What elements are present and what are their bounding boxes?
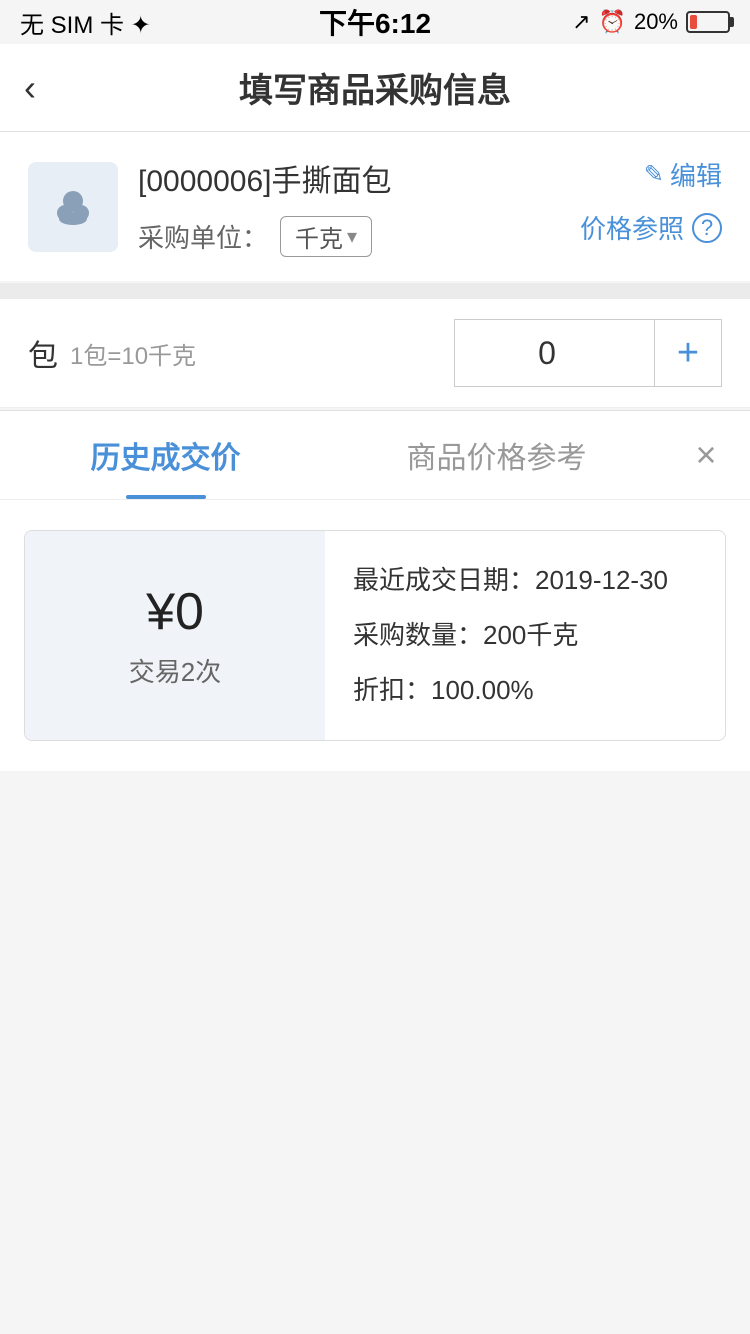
tab-product-price-ref[interactable]: 商品价格参考: [331, 411, 662, 499]
product-logo-icon: [45, 179, 101, 235]
price-discount-label: 折扣：: [353, 675, 431, 705]
edit-label: 编辑: [670, 156, 722, 193]
quantity-unit: 包: [28, 331, 58, 375]
price-recent-date-label: 最近成交日期：: [353, 565, 535, 595]
quantity-conversion: 1包=10千克: [70, 336, 196, 371]
quantity-control: +: [454, 319, 722, 387]
sim-label: 无 SIM 卡 ✦: [20, 5, 151, 40]
bottom-panel: 历史成交价 商品价格参考 × ¥0 交易2次 最近成交日期：2019-12-30: [0, 410, 750, 771]
price-discount-value: 100.00%: [431, 675, 534, 705]
unit-value: 千克: [295, 219, 343, 254]
product-header: [0000006]手撕面包 采购单位： 千克 ▾ ✎ 编辑: [28, 156, 722, 257]
status-left: 无 SIM 卡 ✦: [20, 5, 151, 40]
battery-fill: [690, 15, 697, 29]
quantity-row: 包 1包=10千克 +: [0, 299, 750, 408]
price-card-left: ¥0 交易2次: [25, 531, 325, 740]
price-trades: 交易2次: [129, 652, 221, 689]
price-card-right: 最近成交日期：2019-12-30 采购数量：200千克 折扣：100.00%: [325, 531, 725, 740]
nav-bar: ‹ 填写商品采购信息: [0, 44, 750, 132]
product-logo: [28, 162, 118, 252]
edit-icon: ✎: [644, 160, 664, 189]
product-left: [0000006]手撕面包 采购单位： 千克 ▾: [28, 156, 391, 257]
quantity-label: 包 1包=10千克: [28, 331, 196, 375]
price-amount: ¥0: [146, 582, 204, 642]
tab-history-price[interactable]: 历史成交价: [0, 411, 331, 499]
page-title: 填写商品采购信息: [239, 63, 511, 112]
status-time: 下午6:12: [319, 2, 431, 42]
product-right: ✎ 编辑 价格参照 ?: [580, 156, 722, 246]
price-ref-help-icon: ?: [692, 213, 722, 243]
alarm-icon: ⏰: [599, 9, 626, 35]
back-button[interactable]: ‹: [24, 67, 36, 109]
quantity-plus-button[interactable]: +: [654, 319, 722, 387]
price-ref-label: 价格参照: [580, 209, 684, 246]
battery-icon: [686, 11, 730, 33]
price-purchase-qty-label: 采购数量：: [353, 620, 483, 650]
tab-active-underline: [126, 495, 206, 499]
price-recent-date-value: 2019-12-30: [535, 565, 668, 595]
edit-button[interactable]: ✎ 编辑: [644, 156, 722, 193]
tabs-row: 历史成交价 商品价格参考 ×: [0, 411, 750, 500]
location-icon: ↗: [572, 9, 590, 35]
product-unit-row: 采购单位： 千克 ▾: [138, 216, 391, 257]
unit-selector[interactable]: 千克 ▾: [280, 216, 372, 257]
price-purchase-qty-row: 采购数量：200千克: [353, 616, 697, 655]
unit-dropdown-arrow: ▾: [347, 224, 357, 249]
price-recent-date-row: 最近成交日期：2019-12-30: [353, 561, 697, 600]
purchase-unit-label: 采购单位：: [138, 218, 268, 255]
main-content: [0000006]手撕面包 采购单位： 千克 ▾ ✎ 编辑: [0, 132, 750, 1334]
product-card: [0000006]手撕面包 采购单位： 千克 ▾ ✎ 编辑: [0, 132, 750, 281]
status-bar: 无 SIM 卡 ✦ 下午6:12 ↗ ⏰ 20%: [0, 0, 750, 44]
quantity-input[interactable]: [454, 319, 654, 387]
price-discount-row: 折扣：100.00%: [353, 671, 697, 710]
history-price-content: ¥0 交易2次 最近成交日期：2019-12-30 采购数量：200千克 折扣：…: [0, 500, 750, 771]
product-info: [0000006]手撕面包 采购单位： 千克 ▾: [138, 156, 391, 257]
status-right: ↗ ⏰ 20%: [572, 9, 730, 35]
tab-history-price-label: 历史成交价: [91, 433, 241, 477]
close-button[interactable]: ×: [662, 411, 750, 499]
price-ref-button[interactable]: 价格参照 ?: [580, 209, 722, 246]
battery-percent: 20%: [634, 9, 678, 35]
section-divider: [0, 283, 750, 299]
product-name: [0000006]手撕面包: [138, 156, 391, 200]
tab-product-price-ref-label: 商品价格参考: [407, 433, 587, 477]
price-purchase-qty-value: 200千克: [483, 620, 578, 650]
price-card: ¥0 交易2次 最近成交日期：2019-12-30 采购数量：200千克 折扣：…: [24, 530, 726, 741]
